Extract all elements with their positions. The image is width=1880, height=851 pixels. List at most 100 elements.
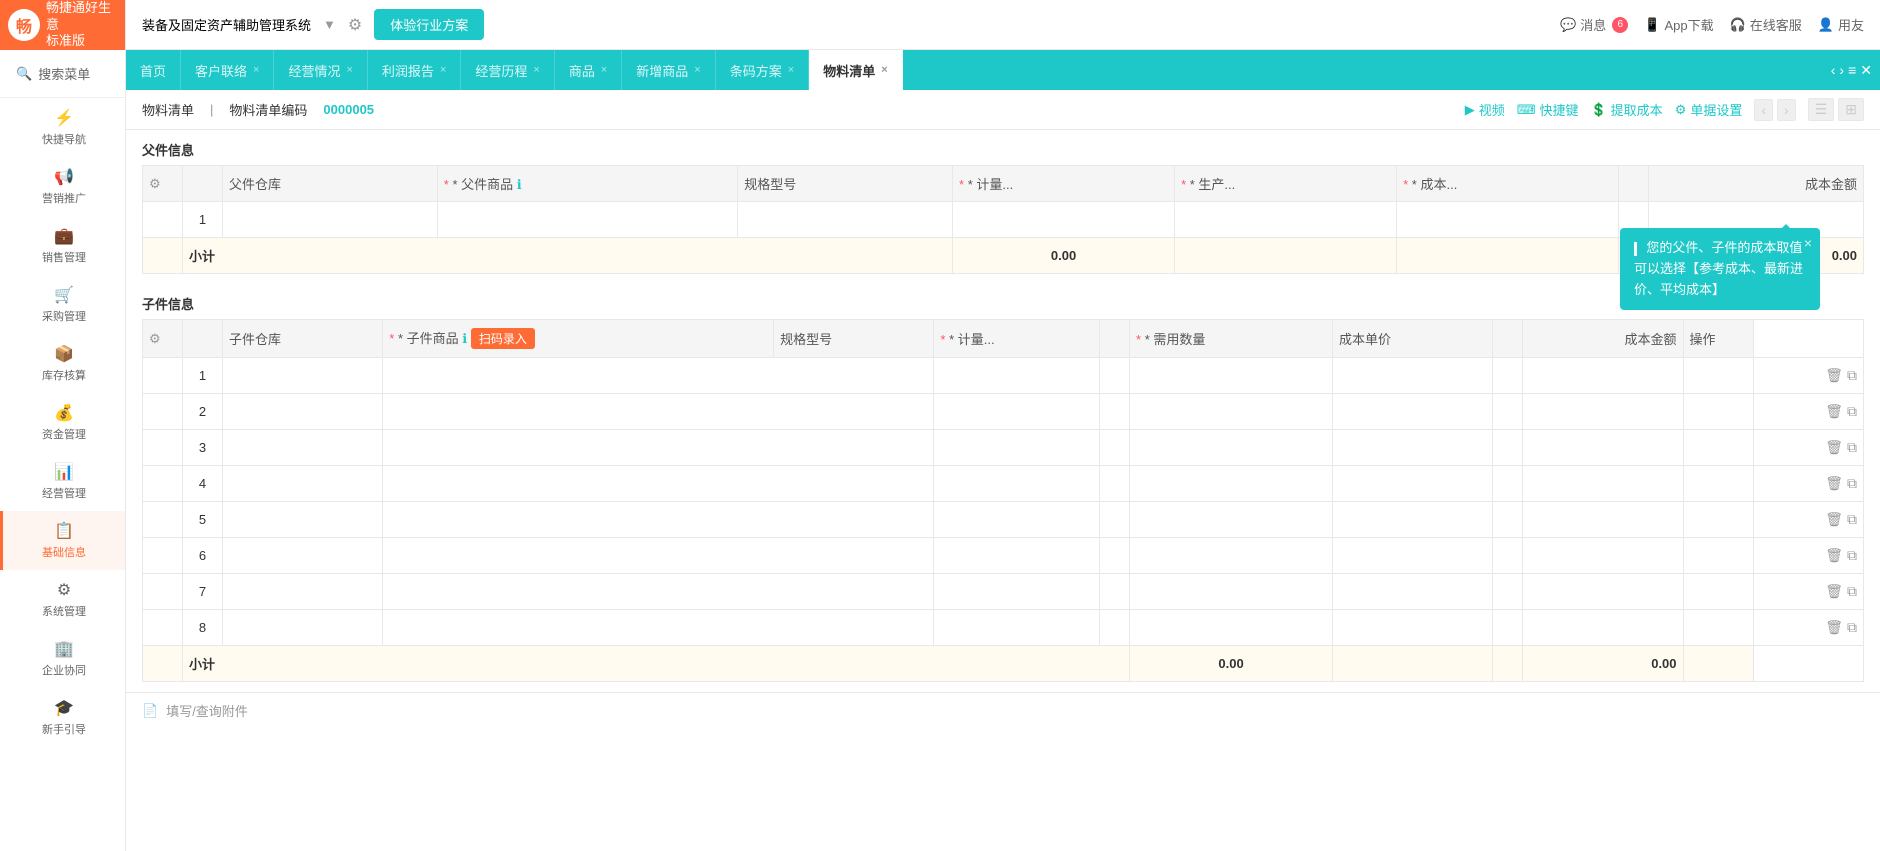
tab-close-new-product[interactable]: × [694,64,700,76]
sidebar-item-system[interactable]: ⚙ 系统管理 [0,570,125,629]
tab-barcode[interactable]: 条码方案 × [716,50,809,90]
tab-home[interactable]: 首页 [126,50,181,90]
sidebar-item-finance[interactable]: 💰 资金管理 [0,393,125,452]
child-row2-unit-price[interactable] [1493,394,1523,430]
tab-bom[interactable]: 物料清单 × [809,50,902,90]
tab-close-bom[interactable]: × [881,64,887,76]
child-row3-spec[interactable] [934,430,1100,466]
sidebar-item-enterprise[interactable]: 🏢 企业协同 [0,629,125,688]
next-page-button[interactable]: › [1777,99,1796,121]
child-row6-copy-button[interactable]: ⧉ [1847,547,1857,564]
grid-view-button[interactable]: ⊞ [1838,98,1864,121]
prev-page-button[interactable]: ‹ [1754,99,1773,121]
tab-close-customers[interactable]: × [253,64,259,76]
parent-table-settings-icon[interactable]: ⚙ [149,176,161,191]
child-row8-warehouse[interactable] [223,610,383,646]
child-row7-copy-button[interactable]: ⧉ [1847,583,1857,600]
child-row7-unit[interactable] [1100,574,1130,610]
child-row1-copy-button[interactable]: ⧉ [1847,367,1857,384]
child-row8-copy-button[interactable]: ⧉ [1847,619,1857,636]
shortcut-action[interactable]: ⌨ 快捷键 [1517,100,1579,119]
child-row8-unit-price[interactable] [1493,610,1523,646]
breadcrumb-bom[interactable]: 物料清单 [142,100,194,119]
sidebar-item-marketing[interactable]: 📢 营销推广 [0,157,125,216]
child-row6-product[interactable] [383,538,934,574]
child-row4-unit-price[interactable] [1493,466,1523,502]
parent-row1-production[interactable] [1175,202,1397,238]
close-all-icon[interactable]: ✕ [1860,62,1872,79]
search-menu-button[interactable]: 🔍 搜索菜单 [8,58,117,89]
child-row5-unit[interactable] [1100,502,1130,538]
child-row3-delete-button[interactable]: 🗑 [1825,439,1843,456]
child-row5-spec[interactable] [934,502,1100,538]
child-row5-product[interactable] [383,502,934,538]
tab-close-profit-report[interactable]: × [440,64,446,76]
sidebar-item-quick-nav[interactable]: ⚡ 快捷导航 [0,98,125,157]
sidebar-item-purchase[interactable]: 🛒 采购管理 [0,275,125,334]
app-download-button[interactable]: 📱 App下载 [1644,15,1713,34]
child-row2-delete-button[interactable]: 🗑 [1825,403,1843,420]
child-row5-delete-button[interactable]: 🗑 [1825,511,1843,528]
parent-row1-product[interactable] [437,202,737,238]
child-row2-copy-button[interactable]: ⧉ [1847,403,1857,420]
tab-profit-report[interactable]: 利润报告 × [368,50,461,90]
message-button[interactable]: 💬 消息 6 [1560,15,1628,34]
child-row7-quantity[interactable] [1333,574,1493,610]
parent-row1-warehouse[interactable] [223,202,438,238]
child-row1-spec[interactable] [934,358,1100,394]
child-row8-delete-button[interactable]: 🗑 [1825,619,1843,636]
child-row4-delete-button[interactable]: 🗑 [1825,475,1843,492]
video-action[interactable]: ▶ 视频 [1465,100,1505,119]
child-row1-product[interactable] [383,358,934,394]
dropdown-arrow-icon[interactable]: ▼ [323,17,336,32]
cost-action[interactable]: 💲 提取成本 [1590,100,1662,119]
child-row1-delete-button[interactable]: 🗑 [1825,367,1843,384]
child-row4-unit[interactable] [1100,466,1130,502]
list-view-button[interactable]: ☰ [1808,98,1835,121]
parent-row1-cost[interactable] [1397,202,1619,238]
child-row6-unit[interactable] [1100,538,1130,574]
tab-products[interactable]: 商品 × [555,50,622,90]
child-row7-unit-price[interactable] [1493,574,1523,610]
child-row2-spec[interactable] [934,394,1100,430]
child-row2-unit[interactable] [1100,394,1130,430]
child-row8-unit[interactable] [1100,610,1130,646]
child-row1-unit-price[interactable] [1493,358,1523,394]
child-row3-unit-price[interactable] [1493,430,1523,466]
child-row4-copy-button[interactable]: ⧉ [1847,475,1857,492]
tab-close-barcode[interactable]: × [788,64,794,76]
trial-button[interactable]: 体验行业方案 [374,9,484,40]
child-row1-unit[interactable] [1100,358,1130,394]
child-row7-spec[interactable] [934,574,1100,610]
child-row1-quantity[interactable] [1333,358,1493,394]
child-row8-spec[interactable] [934,610,1100,646]
sidebar-item-operation[interactable]: 📊 经营管理 [0,452,125,511]
child-row2-quantity[interactable] [1333,394,1493,430]
child-row7-delete-button[interactable]: 🗑 [1825,583,1843,600]
child-row2-warehouse[interactable] [223,394,383,430]
child-row6-delete-button[interactable]: 🗑 [1825,547,1843,564]
gear-settings-icon[interactable]: ⚙ [348,15,362,35]
child-row5-quantity[interactable] [1333,502,1493,538]
child-row3-quantity[interactable] [1333,430,1493,466]
child-row4-warehouse[interactable] [223,466,383,502]
tab-customers[interactable]: 客户联络 × [181,50,274,90]
tab-close-products[interactable]: × [601,64,607,76]
tab-close-operation-status[interactable]: × [346,64,352,76]
tab-biz-history[interactable]: 经营历程 × [461,50,554,90]
child-row7-warehouse[interactable] [223,574,383,610]
child-row3-unit[interactable] [1100,430,1130,466]
child-row5-copy-button[interactable]: ⧉ [1847,511,1857,528]
child-row8-product[interactable] [383,610,934,646]
tab-close-biz-history[interactable]: × [533,64,539,76]
sidebar-item-inventory[interactable]: 📦 库存核算 [0,334,125,393]
child-row5-unit-price[interactable] [1493,502,1523,538]
child-row6-warehouse[interactable] [223,538,383,574]
child-row6-quantity[interactable] [1333,538,1493,574]
tab-operation-status[interactable]: 经营情况 × [274,50,367,90]
child-row3-warehouse[interactable] [223,430,383,466]
child-row1-warehouse[interactable] [223,358,383,394]
child-row6-unit-price[interactable] [1493,538,1523,574]
online-service-button[interactable]: 🎧 在线客服 [1730,15,1802,34]
tab-new-product[interactable]: 新增商品 × [622,50,715,90]
